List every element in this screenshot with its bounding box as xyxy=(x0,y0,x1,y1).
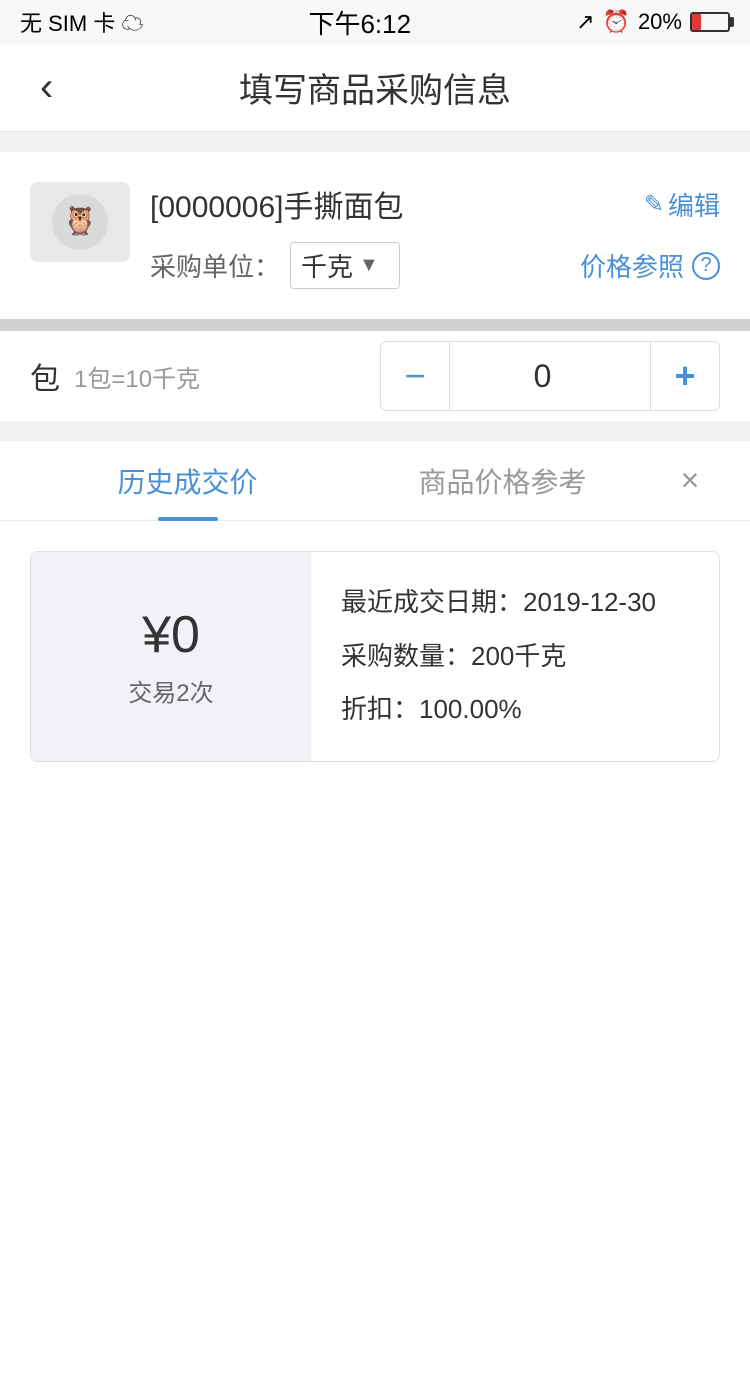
discount-label: 折扣： xyxy=(341,694,419,724)
recent-date-row: 最近成交日期：2019-12-30 xyxy=(341,582,689,624)
tab-history-price[interactable]: 历史成交价 xyxy=(30,441,345,521)
unit-select-arrow-icon: ▼ xyxy=(359,254,379,277)
quantity-increase-button[interactable]: + xyxy=(650,341,720,411)
quantity-conversion: 1包=10千克 xyxy=(74,359,200,394)
quantity-row-detail: 采购数量：200千克 xyxy=(341,636,689,678)
tab-reference-label: 商品价格参考 xyxy=(418,461,586,501)
product-thumbnail: 🦉 xyxy=(30,182,130,262)
quantity-label: 包 1包=10千克 xyxy=(30,354,200,398)
quantity-detail-value: 200千克 xyxy=(471,641,566,671)
tab-section: 历史成交价 商品价格参考 × ¥0 交易2次 最近成交日期：2019-12-30… xyxy=(0,441,750,792)
price-card: ¥0 交易2次 最近成交日期：2019-12-30 采购数量：200千克 折扣：… xyxy=(30,551,720,762)
price-reference-button[interactable]: 价格参照 ? xyxy=(580,247,720,284)
tab-active-indicator xyxy=(158,517,218,521)
product-info: [0000006]手撕面包 ✎ 编辑 采购单位： 千克 ▼ 价格参照 ? xyxy=(150,182,720,289)
product-card: 🦉 [0000006]手撕面包 ✎ 编辑 采购单位： 千克 ▼ xyxy=(0,152,750,319)
price-right-panel: 最近成交日期：2019-12-30 采购数量：200千克 折扣：100.00% xyxy=(311,552,719,761)
recent-date-value: 2019-12-30 xyxy=(523,587,656,617)
edit-icon: ✎ xyxy=(644,190,664,219)
edit-button[interactable]: ✎ 编辑 xyxy=(644,186,720,223)
unit-select[interactable]: 千克 ▼ xyxy=(290,242,400,289)
location-icon: ↗ xyxy=(576,9,594,35)
unit-value: 千克 xyxy=(301,247,353,284)
status-bar: 无 SIM 卡 ☁ 下午6:12 ↗ ⏰ 20% xyxy=(0,0,750,44)
discount-value: 100.00% xyxy=(419,694,522,724)
price-ref-help-icon: ? xyxy=(692,252,720,280)
status-time: 下午6:12 xyxy=(308,4,411,41)
edit-label: 编辑 xyxy=(668,186,720,223)
product-logo-icon: 🦉 xyxy=(50,192,110,252)
alarm-icon: ⏰ xyxy=(603,9,630,35)
quantity-row: 包 1包=10千克 − + xyxy=(0,331,750,421)
unit-label: 采购单位： 千克 ▼ xyxy=(150,242,400,289)
quantity-unit-badge: 包 xyxy=(30,354,60,398)
tab-history-label: 历史成交价 xyxy=(117,461,257,501)
page-title: 填写商品采购信息 xyxy=(239,63,511,112)
main-content-area xyxy=(0,792,750,1392)
nav-bar: ‹ 填写商品采购信息 xyxy=(0,44,750,132)
product-row: 🦉 [0000006]手撕面包 ✎ 编辑 采购单位： 千克 ▼ xyxy=(30,182,720,289)
product-unit-row: 采购单位： 千克 ▼ 价格参照 ? xyxy=(150,242,720,289)
price-amount: ¥0 xyxy=(142,605,200,665)
status-right: ↗ ⏰ 20% xyxy=(576,9,730,35)
svg-text:🦉: 🦉 xyxy=(63,205,98,237)
battery-icon xyxy=(690,12,730,32)
unit-label-text: 采购单位： xyxy=(150,247,280,284)
back-button[interactable]: ‹ xyxy=(30,55,63,120)
discount-row: 折扣：100.00% xyxy=(341,689,689,731)
battery-percent: 20% xyxy=(638,9,682,35)
quantity-input[interactable] xyxy=(450,341,650,411)
sim-status: 无 SIM 卡 ☁ xyxy=(20,6,143,38)
quantity-detail-label: 采购数量： xyxy=(341,641,471,671)
tab-close-button[interactable]: × xyxy=(660,451,720,511)
price-ref-label: 价格参照 xyxy=(580,247,684,284)
product-name: [0000006]手撕面包 xyxy=(150,182,403,226)
product-header: [0000006]手撕面包 ✎ 编辑 xyxy=(150,182,720,226)
quantity-decrease-button[interactable]: − xyxy=(380,341,450,411)
status-left: 无 SIM 卡 ☁ xyxy=(20,6,143,38)
section-divider xyxy=(0,319,750,331)
quantity-input-group: − + xyxy=(380,341,720,411)
tab-bar: 历史成交价 商品价格参考 × xyxy=(0,441,750,521)
price-left-panel: ¥0 交易2次 xyxy=(31,552,311,761)
price-transactions: 交易2次 xyxy=(128,673,213,708)
recent-date-label: 最近成交日期： xyxy=(341,587,523,617)
tab-price-reference[interactable]: 商品价格参考 xyxy=(345,441,660,521)
history-content: ¥0 交易2次 最近成交日期：2019-12-30 采购数量：200千克 折扣：… xyxy=(0,521,750,792)
